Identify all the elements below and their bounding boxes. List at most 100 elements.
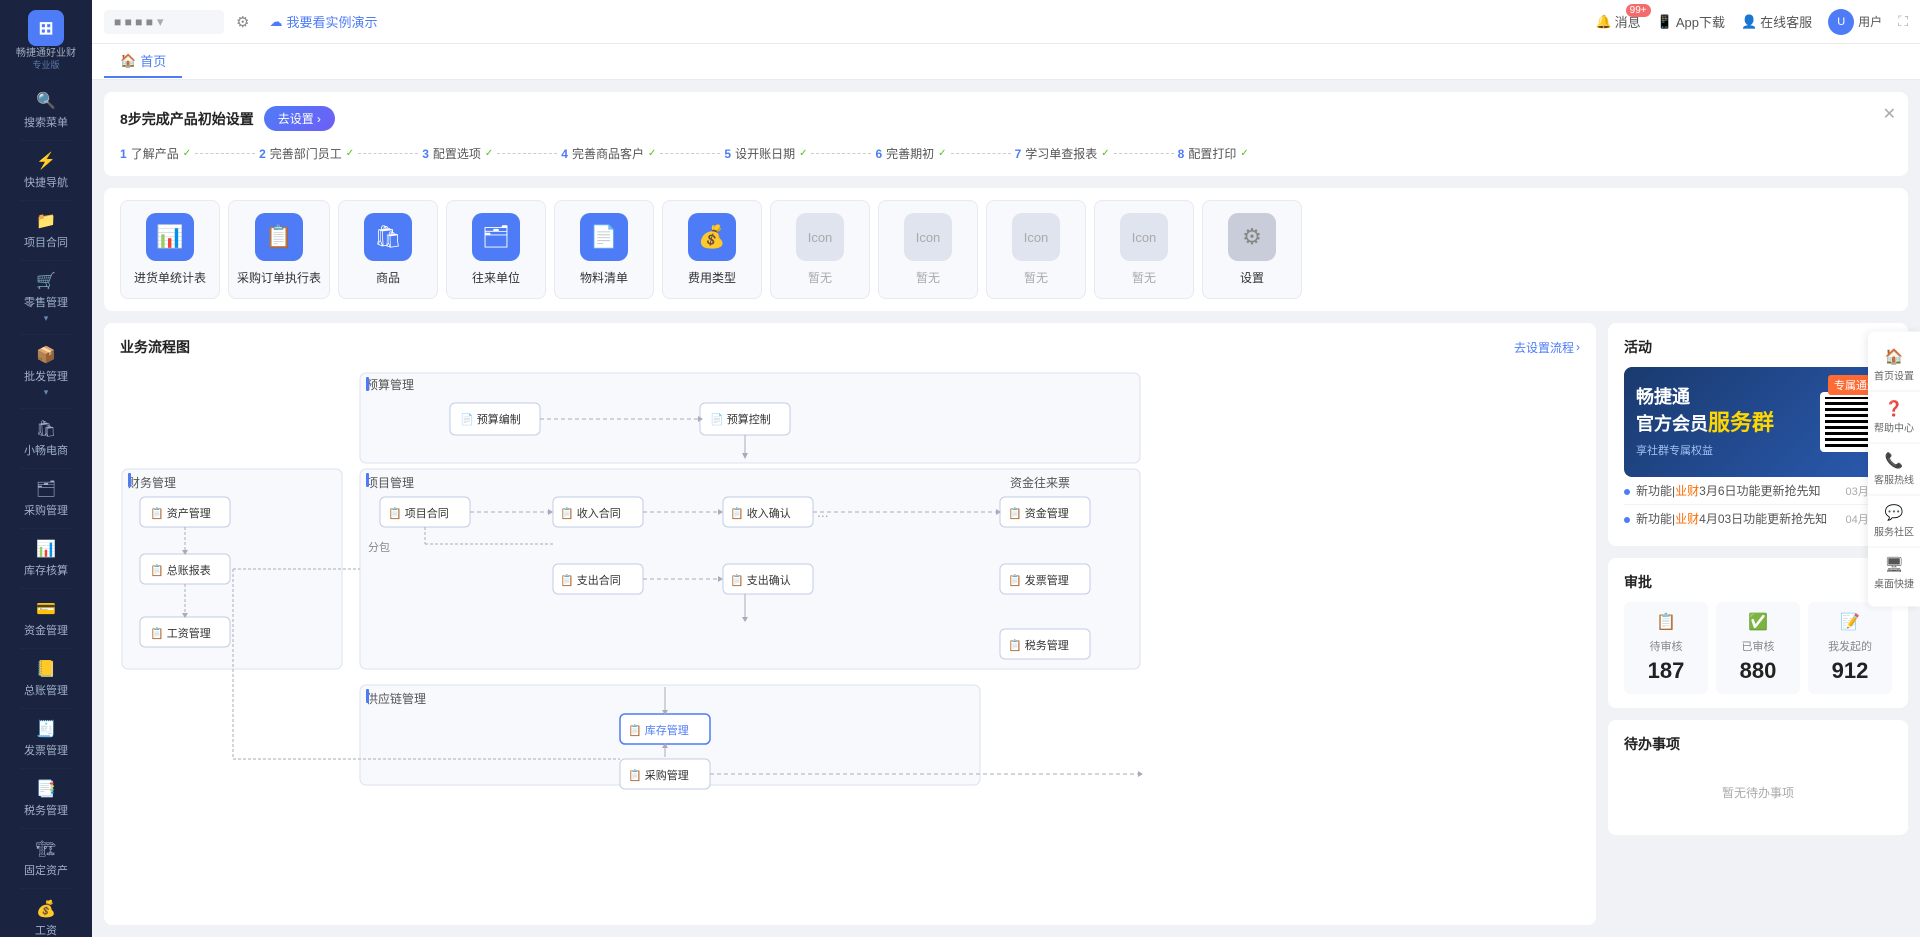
icon-label-5: 费用类型	[688, 269, 736, 286]
sidebar-item-6[interactable]: 🗂 采购管理	[20, 469, 72, 529]
setup-title-row: 8步完成产品初始设置 去设置 ›	[120, 106, 1892, 131]
sidebar-item-8[interactable]: 💳 资金管理	[20, 589, 72, 649]
sidebar-item-3[interactable]: 🛒 零售管理 ▾	[20, 261, 72, 335]
arrow-right-icon: ›	[317, 112, 321, 126]
approval-icon-1: ✅	[1748, 612, 1768, 632]
quick-icon-1[interactable]: 📋 采购订单执行表	[228, 200, 330, 299]
approval-label-1: 已审核	[1724, 638, 1792, 654]
news-item-0[interactable]: 新功能|业财3月6日功能更新抢先知 03月06日	[1624, 477, 1892, 505]
topbar: ■ ■ ■ ■ ▾ ⚙ ☁ 我要看实例演示 🔔 消息 99+ 📱 App下载 👤…	[92, 0, 1920, 44]
setup-title: 8步完成产品初始设置	[120, 109, 254, 129]
sidebar-icon-6: 🗂	[36, 479, 56, 499]
step-num-3: 4	[561, 147, 568, 161]
quick-icon-7[interactable]: Icon 暂无	[878, 200, 978, 299]
step-num-2: 3	[422, 147, 429, 161]
rqn-item-3[interactable]: 💬 服务社区	[1868, 495, 1920, 547]
sidebar-item-10[interactable]: 🧾 发票管理	[20, 709, 72, 769]
quick-icon-2[interactable]: 🛍 商品	[338, 200, 438, 299]
sidebar-item-5[interactable]: 🛍 小畅电商	[20, 409, 72, 469]
icon-box-3: 🗂	[472, 213, 520, 261]
sidebar-item-0[interactable]: 🔍 搜索菜单	[20, 81, 72, 141]
quick-icon-10[interactable]: ⚙ 设置	[1202, 200, 1302, 299]
approval-item-1[interactable]: ✅ 已审核 880	[1716, 602, 1800, 694]
sidebar-item-4[interactable]: 📦 批发管理 ▾	[20, 335, 72, 409]
icon-box-7: Icon	[904, 213, 952, 261]
quick-icon-5[interactable]: 💰 费用类型	[662, 200, 762, 299]
svg-text:资金往来票: 资金往来票	[1010, 475, 1070, 490]
icon-box-6: Icon	[796, 213, 844, 261]
step-done-icon-5: ✓	[938, 148, 946, 159]
svg-text:📋 税务管理: 📋 税务管理	[1008, 638, 1069, 652]
message-button[interactable]: 🔔 消息 99+	[1595, 12, 1640, 31]
icon-label-7: 暂无	[916, 269, 940, 286]
sidebar-item-7[interactable]: 📊 库存核算	[20, 529, 72, 589]
sidebar-label-8: 资金管理	[24, 622, 68, 638]
rqn-item-4[interactable]: 🖥 桌面快捷	[1868, 547, 1920, 598]
demo-link[interactable]: ☁ 我要看实例演示	[269, 12, 377, 31]
step-line-2	[497, 153, 557, 154]
sidebar-label-13: 工资	[35, 922, 57, 937]
right-panel: 活动 畅捷通官方会员服务群 享社群专属权益	[1608, 323, 1908, 925]
avatar: U	[1828, 9, 1854, 35]
news-item-1[interactable]: 新功能|业财4月03日功能更新抢先知 04月03日	[1624, 505, 1892, 532]
icon-label-2: 商品	[376, 269, 400, 286]
approval-icon-2: 📝	[1840, 612, 1860, 632]
online-service-button[interactable]: 👤 在线客服	[1741, 12, 1812, 31]
step-done-icon-7: ✓	[1240, 148, 1248, 159]
sidebar-icon-2: 📁	[36, 211, 56, 231]
quick-icon-9[interactable]: Icon 暂无	[1094, 200, 1194, 299]
sidebar-label-3: 零售管理	[24, 294, 68, 310]
logo-icon: ⊞	[28, 10, 64, 46]
approval-item-0[interactable]: 📋 待审核 187	[1624, 602, 1708, 694]
rqn-item-0[interactable]: 🏠 首页设置	[1868, 339, 1920, 391]
icon-box-9: Icon	[1120, 213, 1168, 261]
settings-icon[interactable]: ⚙	[232, 9, 253, 35]
quick-icon-3[interactable]: 🗂 往来单位	[446, 200, 546, 299]
company-selector[interactable]: ■ ■ ■ ■ ▾	[104, 10, 224, 34]
step-3: 4 完善商品客户 ✓	[561, 145, 656, 162]
sidebar-item-1[interactable]: ⚡ 快捷导航	[20, 141, 72, 201]
rqn-item-2[interactable]: 📞 客服热线	[1868, 443, 1920, 495]
todo-title: 待办事项	[1624, 734, 1892, 754]
svg-text:📋 支出合同: 📋 支出合同	[560, 573, 621, 587]
setup-close-button[interactable]: ✕	[1883, 104, 1896, 124]
rqn-item-1[interactable]: ❓ 帮助中心	[1868, 391, 1920, 443]
tab-home[interactable]: 🏠 首页	[104, 45, 182, 78]
step-done-icon-2: ✓	[485, 148, 493, 159]
sidebar-item-9[interactable]: 📒 总账管理	[20, 649, 72, 709]
quick-icon-6[interactable]: Icon 暂无	[770, 200, 870, 299]
quick-icon-8[interactable]: Icon 暂无	[986, 200, 1086, 299]
sidebar-label-0: 搜索菜单	[24, 114, 68, 130]
quick-icon-0[interactable]: 📊 进货单统计表	[120, 200, 220, 299]
sidebar-icon-13: 💰	[36, 899, 56, 919]
step-done-icon-1: ✓	[346, 148, 354, 159]
sidebar-item-12[interactable]: 🏗 固定资产	[20, 829, 72, 889]
sidebar-icon-10: 🧾	[36, 719, 56, 739]
user-menu[interactable]: U 用户	[1828, 9, 1882, 35]
flow-config-link[interactable]: 去设置流程 ›	[1514, 339, 1580, 356]
app-download-button[interactable]: 📱 App下载	[1657, 12, 1725, 31]
step-line-6	[1114, 153, 1174, 154]
sidebar-item-13[interactable]: 💰 工资	[20, 889, 72, 937]
sidebar-item-11[interactable]: 📑 税务管理	[20, 769, 72, 829]
rqn-label-1: 帮助中心	[1874, 419, 1914, 434]
svg-text:📄 预算编制: 📄 预算编制	[460, 412, 521, 426]
svg-text:📋 发票管理: 📋 发票管理	[1008, 573, 1069, 587]
sidebar-icon-5: 🛍	[36, 419, 56, 439]
expand-icon[interactable]: ⛶	[1898, 13, 1908, 30]
sidebar-label-5: 小畅电商	[24, 442, 68, 458]
icon-box-8: Icon	[1012, 213, 1060, 261]
svg-text:📋 支出确认: 📋 支出确认	[730, 573, 791, 587]
step-label-6: 学习单查报表	[1025, 145, 1097, 162]
sidebar-label-9: 总账管理	[24, 682, 68, 698]
todo-card: 待办事项 暂无待办事项	[1608, 720, 1908, 835]
approval-item-2[interactable]: 📝 我发起的 912	[1808, 602, 1892, 694]
setup-go-button[interactable]: 去设置 ›	[264, 106, 335, 131]
setup-banner: ✕ 8步完成产品初始设置 去设置 › 1 了解产品 ✓ 2 完善部门员工 ✓ 3…	[104, 92, 1908, 176]
step-label-4: 设开账日期	[735, 145, 795, 162]
icon-label-4: 物料清单	[580, 269, 628, 286]
rqn-icon-1: ❓	[1874, 399, 1914, 417]
sidebar-item-2[interactable]: 📁 项目合同	[20, 201, 72, 261]
sidebar-label-12: 固定资产	[24, 862, 68, 878]
quick-icon-4[interactable]: 📄 物料清单	[554, 200, 654, 299]
